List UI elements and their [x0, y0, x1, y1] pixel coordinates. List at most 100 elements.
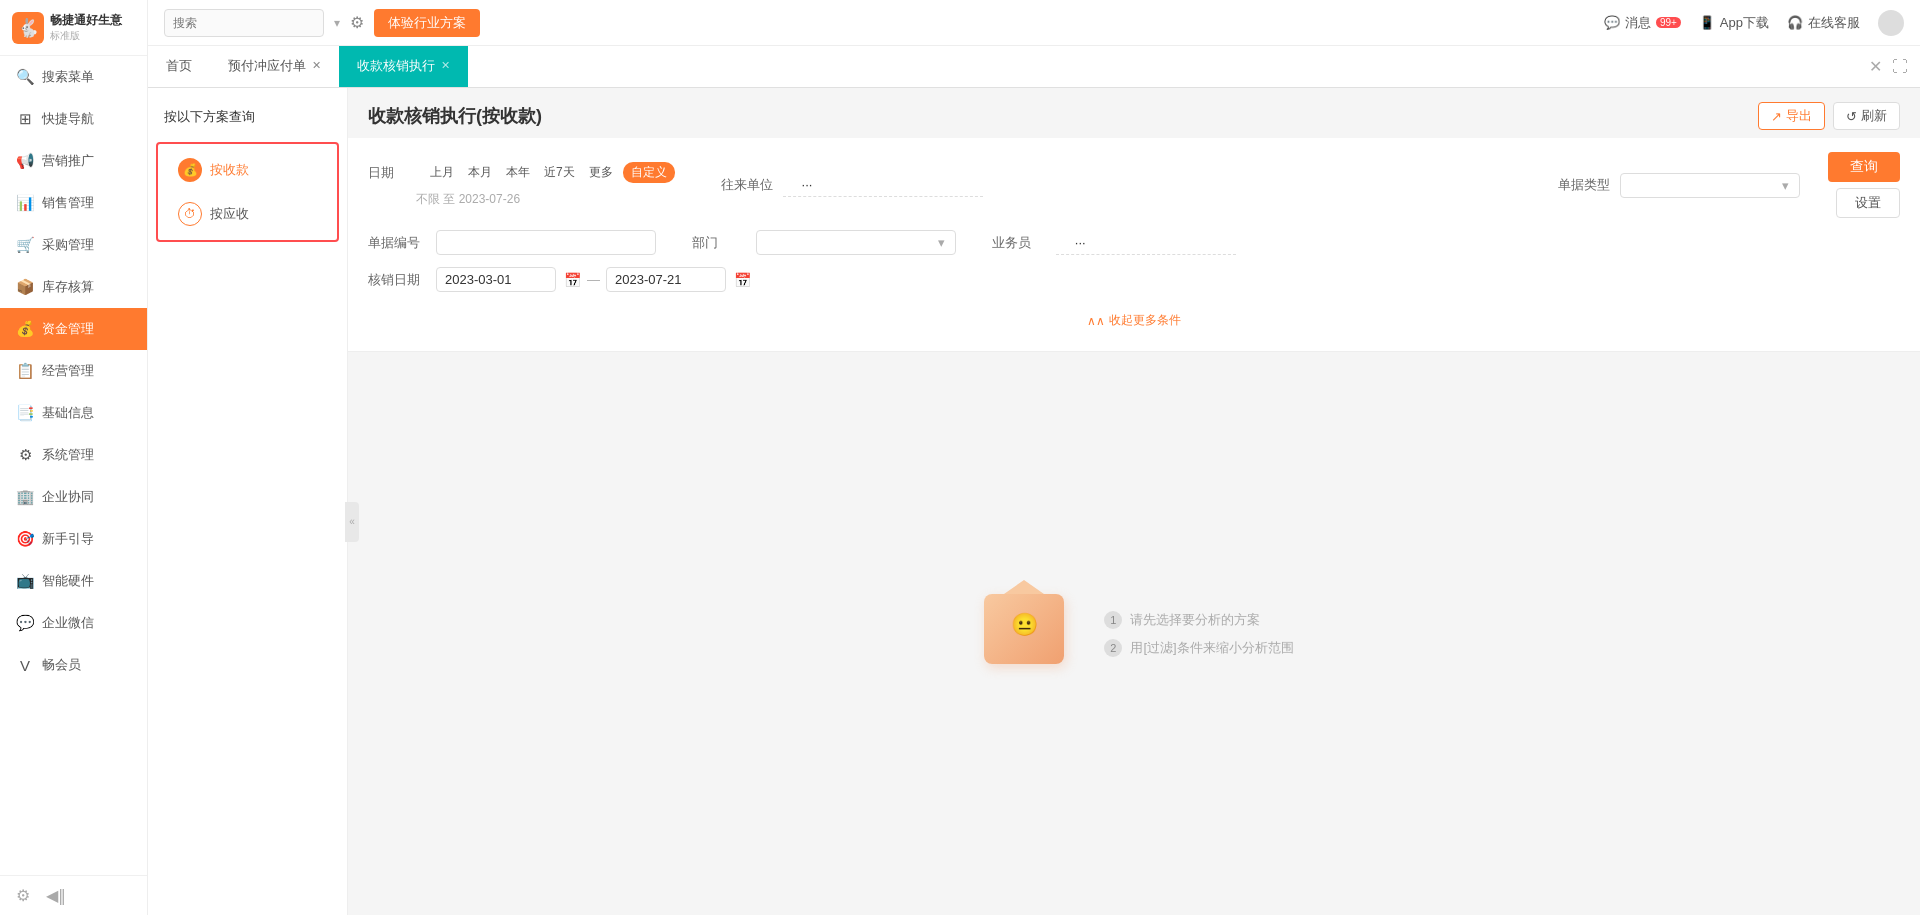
page-header: 收款核销执行(按收款) ↗ 导出 ↺ 刷新	[348, 88, 1920, 138]
quick-nav-icon: ⊞	[16, 110, 34, 128]
filter-panel-title: 按以下方案查询	[148, 100, 347, 138]
purchase-icon: 🛒	[16, 236, 34, 254]
sidebar-item-enterprise[interactable]: 🏢 企业协同	[0, 476, 147, 518]
shortcut-more[interactable]: 更多	[585, 162, 617, 183]
online-service-action[interactable]: 🎧 在线客服	[1787, 14, 1860, 32]
headset-icon: 🎧	[1787, 15, 1803, 30]
form-row-docno: 单据编号 部门 ▾ 业务员 ···	[368, 230, 1900, 255]
shortcut-this-year[interactable]: 本年	[502, 162, 534, 183]
smart-hw-icon: 📺	[16, 572, 34, 590]
shortcut-custom[interactable]: 自定义	[623, 162, 675, 183]
verify-date-end-calendar-icon[interactable]: 📅	[734, 272, 751, 288]
by-collection-icon: 💰	[178, 158, 202, 182]
settings-bottom-icon[interactable]: ⚙	[16, 886, 30, 905]
search-menu-icon: 🔍	[16, 68, 34, 86]
doc-type-select[interactable]: ▾	[1620, 173, 1800, 198]
refresh-button[interactable]: ↺ 刷新	[1833, 102, 1900, 130]
sidebar-item-quick-nav[interactable]: ⊞ 快捷导航	[0, 98, 147, 140]
tabbar-controls: ✕ ⛶	[1857, 46, 1920, 87]
tab-prepay[interactable]: 预付冲应付单 ✕	[210, 46, 339, 87]
topbar-gear-icon[interactable]: ⚙	[350, 13, 364, 32]
topbar-right: 💬 消息 99+ 📱 App下载 🎧 在线客服	[1604, 10, 1904, 36]
verify-date-start[interactable]	[436, 267, 556, 292]
shortcut-this-month[interactable]: 本月	[464, 162, 496, 183]
doc-no-input[interactable]	[436, 230, 656, 255]
tab-expand-icon[interactable]: ⛶	[1888, 56, 1912, 78]
verify-date-start-calendar-icon[interactable]: 📅	[564, 272, 581, 288]
doc-type-chevron: ▾	[1782, 178, 1789, 193]
mobile-icon: 📱	[1699, 15, 1715, 30]
filter-by-collection[interactable]: 💰 按收款	[158, 148, 337, 192]
app-logo-text: 畅捷通好生意 标准版	[50, 12, 122, 43]
sidebar-item-smart-hw[interactable]: 📺 智能硬件	[0, 560, 147, 602]
date-field-group: 日期 上月 本月 本年 近7天 更多 自定义 不限 至 2023-07-26	[368, 162, 675, 208]
sidebar-item-basic-info[interactable]: 📑 基础信息	[0, 392, 147, 434]
message-action[interactable]: 💬 消息 99+	[1604, 14, 1681, 32]
app-logo-icon: 🐇	[12, 12, 44, 44]
sidebar-item-search-menu[interactable]: 🔍 搜索菜单	[0, 56, 147, 98]
sidebar-item-finance[interactable]: 💰 资金管理	[0, 308, 147, 350]
shortcut-last-month[interactable]: 上月	[426, 162, 458, 183]
dept-chevron: ▾	[938, 235, 945, 250]
sidebar-item-inventory[interactable]: 📦 库存核算	[0, 266, 147, 308]
export-icon: ↗	[1771, 109, 1782, 124]
topbar-left: ▾ ⚙ 体验行业方案	[164, 9, 480, 37]
filter-items-container: 💰 按收款 ⏱ 按应收	[156, 142, 339, 242]
query-buttons: 查询 设置	[1828, 152, 1900, 218]
sidebar-logo: 🐇 畅捷通好生意 标准版	[0, 0, 147, 56]
sidebar-item-operations[interactable]: 📋 经营管理	[0, 350, 147, 392]
doc-type-label: 单据类型	[1558, 176, 1610, 194]
sidebar-navigation: 🔍 搜索菜单 ⊞ 快捷导航 📢 营销推广 📊 销售管理 🛒 采购管理 📦 库存核…	[0, 56, 147, 875]
sidebar-item-newbie[interactable]: 🎯 新手引导	[0, 518, 147, 560]
filter-sidebar: 按以下方案查询 💰 按收款 ⏱ 按应收 «	[148, 88, 348, 915]
operations-icon: 📋	[16, 362, 34, 380]
staff-input[interactable]: ···	[1056, 231, 1236, 255]
collapse-filter-button[interactable]: ∧∧ 收起更多条件	[368, 304, 1900, 337]
dept-select[interactable]: ▾	[756, 230, 956, 255]
filter-collapse-button[interactable]: «	[345, 502, 359, 542]
form-row-date: 日期 上月 本月 本年 近7天 更多 自定义 不限 至 2023-07-26	[368, 152, 1900, 218]
query-button[interactable]: 查询	[1828, 152, 1900, 182]
tabbar: 首页 预付冲应付单 ✕ 收款核销执行 ✕ ✕ ⛶	[148, 46, 1920, 88]
collapse-sidebar-icon[interactable]: ◀‖	[46, 886, 66, 905]
dept-label: 部门	[692, 234, 740, 252]
topbar-search-input[interactable]	[164, 9, 324, 37]
refresh-icon: ↺	[1846, 109, 1857, 124]
tab-close-all-icon[interactable]: ✕	[1865, 55, 1886, 78]
sidebar-item-sales[interactable]: 📊 销售管理	[0, 182, 147, 224]
industry-solution-button[interactable]: 体验行业方案	[374, 9, 480, 37]
tab-home[interactable]: 首页	[148, 46, 210, 87]
empty-box-face: 😐	[1011, 612, 1038, 638]
date-shortcuts: 上月 本月 本年 近7天 更多 自定义	[426, 162, 675, 183]
sidebar-item-member[interactable]: V 畅会员	[0, 644, 147, 686]
export-button[interactable]: ↗ 导出	[1758, 102, 1825, 130]
page-content: 按以下方案查询 💰 按收款 ⏱ 按应收 « 收款核销执行(按收款)	[148, 88, 1920, 915]
by-receivable-icon: ⏱	[178, 202, 202, 226]
enterprise-icon: 🏢	[16, 488, 34, 506]
sidebar-item-system[interactable]: ⚙ 系统管理	[0, 434, 147, 476]
sidebar-item-purchase[interactable]: 🛒 采购管理	[0, 224, 147, 266]
sidebar: 🐇 畅捷通好生意 标准版 🔍 搜索菜单 ⊞ 快捷导航 📢 营销推广 📊 销售管理…	[0, 0, 148, 915]
sidebar-item-wechat[interactable]: 💬 企业微信	[0, 602, 147, 644]
tab-prepay-close[interactable]: ✕	[312, 59, 321, 72]
topbar-chevron-icon[interactable]: ▾	[334, 16, 340, 30]
tab-collection-close[interactable]: ✕	[441, 59, 450, 72]
verify-date-end[interactable]	[606, 267, 726, 292]
marketing-icon: 📢	[16, 152, 34, 170]
verify-date-range: 📅 — 📅	[436, 267, 751, 292]
tab-collection[interactable]: 收款核销执行 ✕	[339, 46, 468, 87]
hint-num-2: 2	[1104, 639, 1122, 657]
newbie-icon: 🎯	[16, 530, 34, 548]
setting-button[interactable]: 设置	[1836, 188, 1900, 218]
filter-by-receivable[interactable]: ⏱ 按应收	[158, 192, 337, 236]
counterparty-input[interactable]: ···	[783, 173, 983, 197]
header-actions: ↗ 导出 ↺ 刷新	[1758, 102, 1900, 130]
shortcut-7days[interactable]: 近7天	[540, 162, 579, 183]
app-download-action[interactable]: 📱 App下载	[1699, 14, 1769, 32]
user-avatar[interactable]	[1878, 10, 1904, 36]
system-icon: ⚙	[16, 446, 34, 464]
main-area: ▾ ⚙ 体验行业方案 💬 消息 99+ 📱 App下载 🎧 在线客服 首页	[148, 0, 1920, 915]
empty-state: 😐 1 请先选择要分析的方案 2 用[过滤]条件来缩小分析范围	[348, 352, 1920, 915]
verify-date-label: 核销日期	[368, 271, 420, 289]
sidebar-item-marketing[interactable]: 📢 营销推广	[0, 140, 147, 182]
